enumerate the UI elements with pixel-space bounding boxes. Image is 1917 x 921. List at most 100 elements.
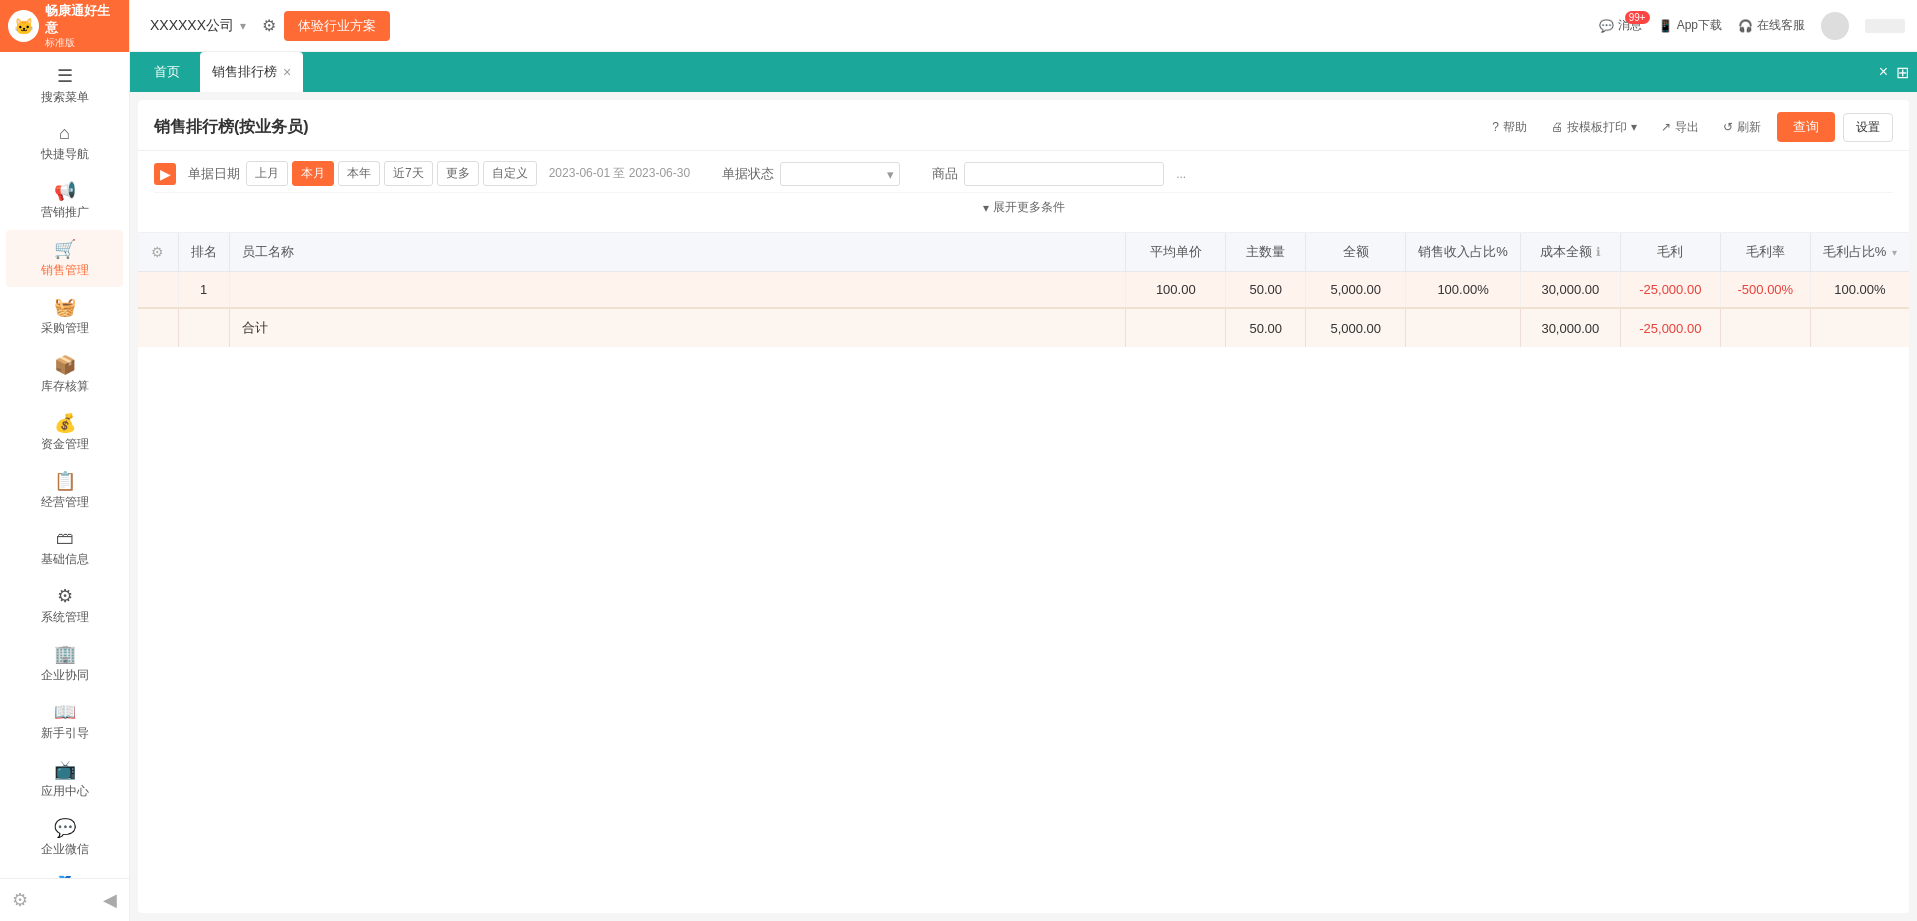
wechat-icon: 💬 xyxy=(54,817,76,839)
sidebar-item-search-label: 搜索菜单 xyxy=(41,89,89,106)
table-header: ⚙ 排名 员工名称 平均单价 主数量 全额 销售收入占比% 成本全额 ℹ 毛利 … xyxy=(138,233,1909,272)
row-rank: 1 xyxy=(178,272,229,309)
more-button[interactable]: 更多 xyxy=(437,161,479,186)
base-info-icon: 🗃 xyxy=(56,528,74,549)
goods-input[interactable] xyxy=(964,162,1164,186)
table-container: ⚙ 排名 员工名称 平均单价 主数量 全额 销售收入占比% 成本全额 ℹ 毛利 … xyxy=(138,233,1909,913)
export-icon: ↗ xyxy=(1661,120,1671,134)
sidebar-item-app-center[interactable]: 📺 应用中心 xyxy=(6,751,123,808)
print-button[interactable]: 🖨 按模板打印 ▾ xyxy=(1543,115,1645,140)
sidebar-item-search[interactable]: ☰ 搜索菜单 xyxy=(6,57,123,114)
query-button[interactable]: 查询 xyxy=(1777,112,1835,142)
sidebar-item-inventory[interactable]: 📦 库存核算 xyxy=(6,346,123,403)
sidebar-item-member[interactable]: 🏅 畅会员 xyxy=(6,867,123,878)
row-name xyxy=(229,272,1126,309)
sidebar-item-sales-label: 销售管理 xyxy=(41,262,89,279)
refresh-label: 刷新 xyxy=(1737,119,1761,136)
tab-home[interactable]: 首页 xyxy=(138,52,196,92)
status-filter: 单据状态 xyxy=(722,162,900,186)
search-menu-icon: ☰ xyxy=(57,65,73,87)
sidebar-item-system-label: 系统管理 xyxy=(41,609,89,626)
settings-footer-icon[interactable]: ⚙ xyxy=(12,889,28,911)
sidebar: 🐱 畅康通好生意 标准版 ☰ 搜索菜单 ⌂ 快捷导航 📢 营销推广 🛒 销售管理… xyxy=(0,0,130,921)
last7-button[interactable]: 近7天 xyxy=(384,161,433,186)
sidebar-item-base-info[interactable]: 🗃 基础信息 xyxy=(6,520,123,576)
topbar-right: 💬 消息 99+ 📱 App下载 🎧 在线客服 xyxy=(1599,12,1905,40)
page-header: 销售排行榜(按业务员) ? 帮助 🖨 按模板打印 ▾ ↗ 导出 xyxy=(138,100,1909,151)
table-footer: 合计 50.00 5,000.00 30,000.00 -25,000.00 xyxy=(138,308,1909,347)
last-month-button[interactable]: 上月 xyxy=(246,161,288,186)
filter-section: ▶ 单据日期 上月 本月 本年 近7天 更多 自定义 2023-06 xyxy=(138,151,1909,233)
th-settings[interactable]: ⚙ xyxy=(138,233,178,272)
sidebar-item-marketing-label: 营销推广 xyxy=(41,204,89,221)
help-button[interactable]: ? 帮助 xyxy=(1484,115,1535,140)
message-item[interactable]: 💬 消息 99+ xyxy=(1599,17,1642,34)
more-options-dots[interactable]: ... xyxy=(1176,167,1186,181)
cost-info-icon: ℹ xyxy=(1596,245,1601,259)
date-filter: 单据日期 上月 本月 本年 近7天 更多 自定义 xyxy=(188,161,537,186)
tab-bar-right: × ⊞ xyxy=(1879,63,1909,82)
logo-icon: 🐱 xyxy=(8,10,39,42)
app-download-icon: 📱 xyxy=(1658,19,1673,33)
sidebar-item-enterprise[interactable]: 🏢 企业协同 xyxy=(6,635,123,692)
sidebar-item-sales[interactable]: 🛒 销售管理 xyxy=(6,230,123,287)
this-month-button[interactable]: 本月 xyxy=(292,161,334,186)
sidebar-item-system[interactable]: ⚙ 系统管理 xyxy=(6,577,123,634)
row-settings xyxy=(138,272,178,309)
footer-avg xyxy=(1126,308,1226,347)
app-center-icon: 📺 xyxy=(54,759,76,781)
settings-button[interactable]: 设置 xyxy=(1843,113,1893,142)
tab-minimize-icon[interactable]: × xyxy=(1879,63,1888,82)
export-button[interactable]: ↗ 导出 xyxy=(1653,115,1707,140)
sidebar-item-quick-nav[interactable]: ⌂ 快捷导航 xyxy=(6,115,123,171)
sidebar-item-quick-nav-label: 快捷导航 xyxy=(41,146,89,163)
goods-label: 商品 xyxy=(932,165,958,183)
date-label: 单据日期 xyxy=(188,165,240,183)
collapse-sidebar-icon[interactable]: ◀ xyxy=(103,889,117,911)
this-year-button[interactable]: 本年 xyxy=(338,161,380,186)
topbar-settings-icon[interactable]: ⚙ xyxy=(262,16,276,35)
sidebar-item-wechat[interactable]: 💬 企业微信 xyxy=(6,809,123,866)
footer-cost: 30,000.00 xyxy=(1520,308,1620,347)
column-settings-icon[interactable]: ⚙ xyxy=(151,244,164,260)
trial-button[interactable]: 体验行业方案 xyxy=(284,11,390,41)
main-area: XXXXXX公司 ▾ ⚙ 体验行业方案 💬 消息 99+ 📱 App下载 🎧 在… xyxy=(130,0,1917,921)
status-label: 单据状态 xyxy=(722,165,774,183)
table-row: 1 100.00 50.00 5,000.00 100.00% 30,000.0… xyxy=(138,272,1909,309)
online-support-icon: 🎧 xyxy=(1738,19,1753,33)
refresh-button[interactable]: ↺ 刷新 xyxy=(1715,115,1769,140)
th-avg-price: 平均单价 xyxy=(1126,233,1226,272)
sidebar-item-marketing[interactable]: 📢 营销推广 xyxy=(6,172,123,229)
sidebar-item-purchase-label: 采购管理 xyxy=(41,320,89,337)
guide-icon: 📖 xyxy=(54,701,76,723)
home-icon: ⌂ xyxy=(59,123,70,144)
row-amount: 5,000.00 xyxy=(1306,272,1406,309)
company-selector[interactable]: XXXXXX公司 ▾ xyxy=(142,13,254,39)
status-select[interactable] xyxy=(780,162,900,186)
online-support-item[interactable]: 🎧 在线客服 xyxy=(1738,17,1805,34)
app-download-item[interactable]: 📱 App下载 xyxy=(1658,17,1722,34)
th-qty: 主数量 xyxy=(1226,233,1306,272)
expand-more-label: 展开更多条件 xyxy=(993,199,1065,216)
sidebar-item-operations[interactable]: 📋 经营管理 xyxy=(6,462,123,519)
tab-sales-ranking[interactable]: 销售排行榜 × xyxy=(200,52,303,92)
expand-more-row[interactable]: ▾ 展开更多条件 xyxy=(154,192,1893,222)
sidebar-item-purchase[interactable]: 🧺 采购管理 xyxy=(6,288,123,345)
sidebar-item-guide[interactable]: 📖 新手引导 xyxy=(6,693,123,750)
custom-button[interactable]: 自定义 xyxy=(483,161,537,186)
operations-icon: 📋 xyxy=(54,470,76,492)
filter-toggle-button[interactable]: ▶ xyxy=(154,163,176,185)
footer-gross-pct xyxy=(1810,308,1909,347)
print-dropdown-icon: ▾ xyxy=(1631,120,1637,134)
content-area: 销售排行榜(按业务员) ? 帮助 🖨 按模板打印 ▾ ↗ 导出 xyxy=(130,92,1917,921)
sidebar-item-base-info-label: 基础信息 xyxy=(41,551,89,568)
sidebar-item-finance[interactable]: 💰 资金管理 xyxy=(6,404,123,461)
tab-close-icon[interactable]: × xyxy=(283,64,291,80)
footer-gross-rate xyxy=(1720,308,1810,347)
help-icon: ? xyxy=(1492,120,1499,134)
tab-maximize-icon[interactable]: ⊞ xyxy=(1896,63,1909,82)
row-avg-price: 100.00 xyxy=(1126,272,1226,309)
user-avatar[interactable] xyxy=(1821,12,1849,40)
page-actions: ? 帮助 🖨 按模板打印 ▾ ↗ 导出 ↺ 刷新 xyxy=(1484,112,1893,142)
message-icon: 💬 xyxy=(1599,19,1614,33)
